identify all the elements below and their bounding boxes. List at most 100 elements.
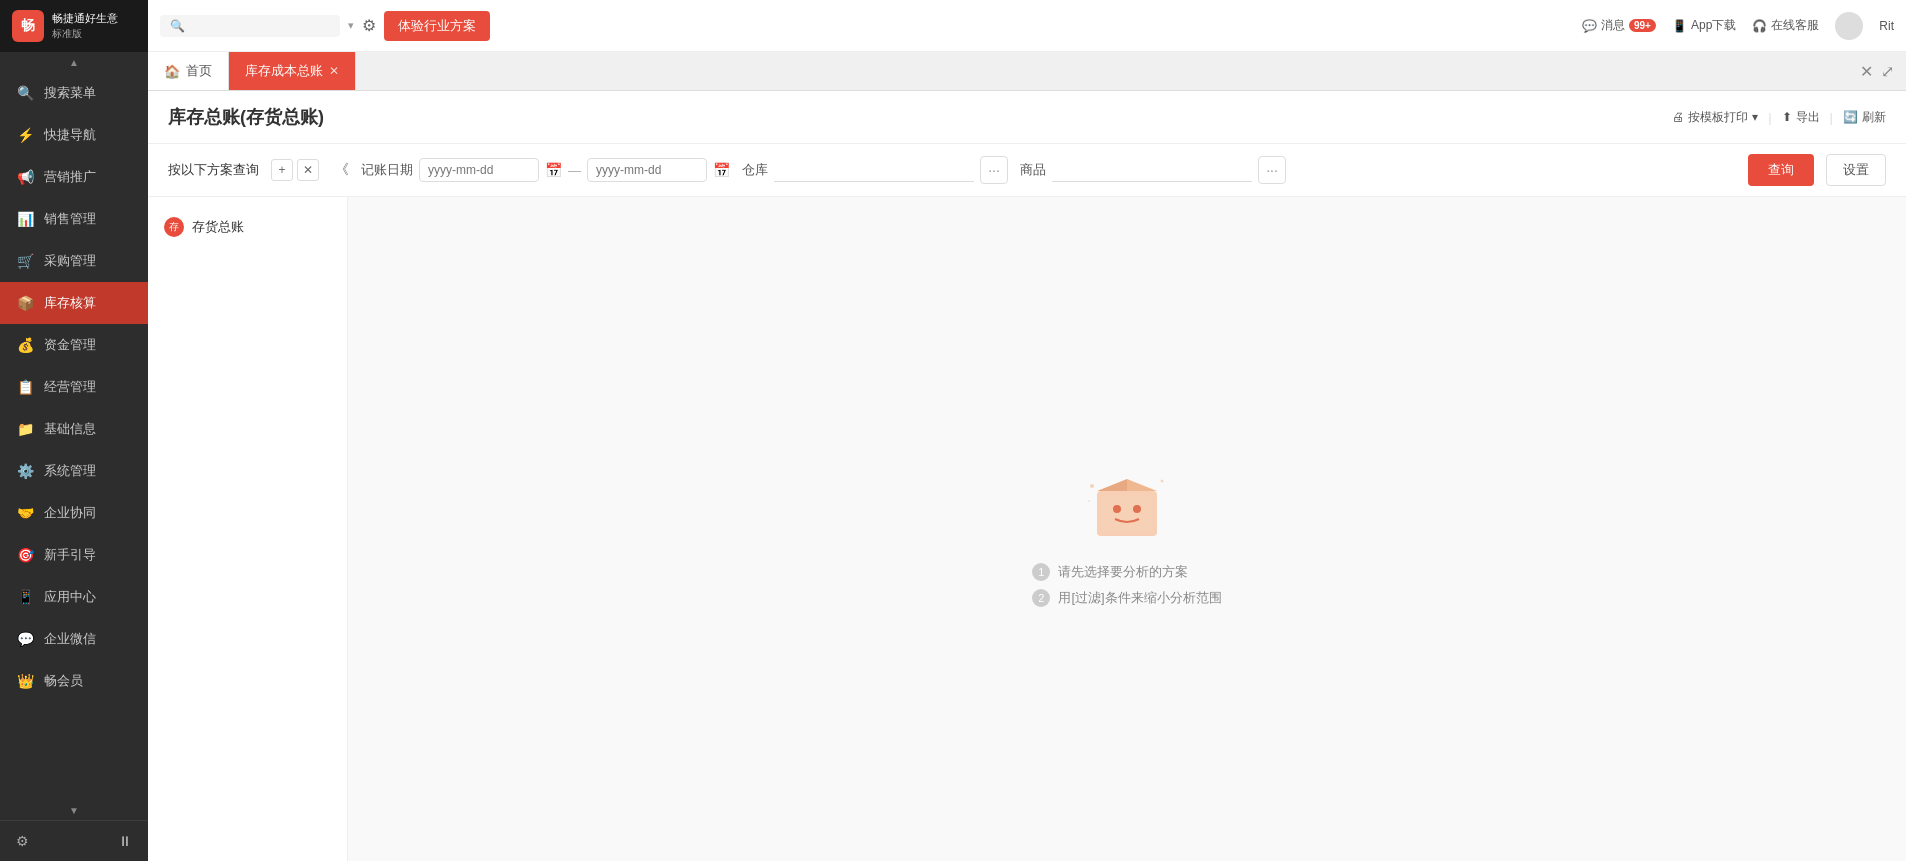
online-service-label: 在线客服 <box>1771 17 1819 34</box>
sidebar-search-label: 搜索菜单 <box>44 84 96 102</box>
svg-rect-1 <box>1102 496 1152 531</box>
date-end-input[interactable] <box>587 158 707 182</box>
date-start-input[interactable] <box>419 158 539 182</box>
industry-btn[interactable]: 体验行业方案 <box>384 11 490 41</box>
enterprise-wechat-icon: 💬 <box>16 630 34 648</box>
page-header: 库存总账(存货总账) 🖨 按模板打印 ▾ | ⬆ 导出 | 🔄 刷新 <box>148 91 1906 144</box>
topbar-right: 💬 消息 99+ 📱 App下载 🎧 在线客服 Rit <box>1582 12 1894 40</box>
topbar-search[interactable]: 🔍 <box>160 15 340 37</box>
sidebar-item-finance[interactable]: 💰 资金管理 <box>0 324 148 366</box>
left-panel-item-inventory[interactable]: 存 存货总账 <box>148 207 347 247</box>
sidebar-item-label: 应用中心 <box>44 588 96 606</box>
sidebar-item-purchase[interactable]: 🛒 采购管理 <box>0 240 148 282</box>
main-content: 🔍 ▾ ⚙ 体验行业方案 💬 消息 99+ 📱 App下载 🎧 在线客服 Rit <box>148 0 1906 861</box>
dropdown-chevron-icon[interactable]: ▾ <box>348 19 354 32</box>
close-panel-icon[interactable]: ✕ <box>1860 62 1873 81</box>
date-label: 记账日期 <box>361 161 413 179</box>
tab-area-actions: ✕ ⤢ <box>1848 62 1906 81</box>
app-name: 畅捷通好生意 <box>52 11 118 26</box>
delete-filter-btn[interactable]: ✕ <box>297 159 319 181</box>
mobile-icon: 📱 <box>1672 19 1687 33</box>
add-filter-btn[interactable]: + <box>271 159 293 181</box>
svg-point-4 <box>1090 484 1094 488</box>
empty-state: 1 请先选择要分析的方案 2 用[过滤]条件来缩小分析范围 <box>1032 451 1221 607</box>
sidebar-scroll-down[interactable]: ▼ <box>0 800 148 820</box>
empty-hints: 1 请先选择要分析的方案 2 用[过滤]条件来缩小分析范围 <box>1032 563 1221 607</box>
export-icon: ⬆ <box>1782 110 1792 124</box>
tab-bar: 🏠 首页 库存成本总账 ✕ ✕ ⤢ <box>148 52 1906 91</box>
warehouse-more-btn[interactable]: ··· <box>980 156 1008 184</box>
tab-close-icon[interactable]: ✕ <box>329 64 339 78</box>
app-download-item[interactable]: 📱 App下载 <box>1672 17 1736 34</box>
svg-point-5 <box>1160 480 1163 483</box>
app-center-icon: 📱 <box>16 588 34 606</box>
user-avatar[interactable] <box>1835 12 1863 40</box>
printer-icon: 🖨 <box>1672 110 1684 124</box>
sidebar-item-search[interactable]: 🔍 搜索菜单 <box>0 72 148 114</box>
sidebar-item-label: 营销推广 <box>44 168 96 186</box>
product-more-btn[interactable]: ··· <box>1258 156 1286 184</box>
product-label: 商品 <box>1020 161 1046 179</box>
calendar-icon[interactable]: 📅 <box>545 162 562 178</box>
sidebar-item-inventory[interactable]: 📦 库存核算 <box>0 282 148 324</box>
calendar-icon-2[interactable]: 📅 <box>713 162 730 178</box>
sidebar-scroll-up[interactable]: ▲ <box>0 52 148 72</box>
sidebar-item-operations[interactable]: 📋 经营管理 <box>0 366 148 408</box>
refresh-icon: 🔄 <box>1843 110 1858 124</box>
collapse-icon[interactable]: 《 <box>335 161 349 179</box>
sidebar-item-label: 系统管理 <box>44 462 96 480</box>
sidebar-item-sales[interactable]: 📊 销售管理 <box>0 198 148 240</box>
sidebar-nav: 🔍 搜索菜单 ⚡ 快捷导航 📢 营销推广 📊 销售管理 🛒 采购管理 📦 库存核… <box>0 72 148 800</box>
sidebar-item-system[interactable]: ⚙️ 系统管理 <box>0 450 148 492</box>
page-title: 库存总账(存货总账) <box>168 105 324 129</box>
query-btn[interactable]: 查询 <box>1748 154 1814 186</box>
sidebar-item-label: 采购管理 <box>44 252 96 270</box>
message-icon: 💬 <box>1582 19 1597 33</box>
sidebar-item-label: 企业微信 <box>44 630 96 648</box>
sales-icon: 📊 <box>16 210 34 228</box>
online-service-item[interactable]: 🎧 在线客服 <box>1752 17 1819 34</box>
toggle-icon[interactable]: ⏸ <box>118 833 132 849</box>
message-item[interactable]: 💬 消息 99+ <box>1582 17 1656 34</box>
content-area: 存 存货总账 <box>148 197 1906 861</box>
export-btn[interactable]: ⬆ 导出 <box>1782 109 1820 126</box>
app-download-label: App下载 <box>1691 17 1736 34</box>
warehouse-input[interactable] <box>774 159 974 182</box>
warehouse-label: 仓库 <box>742 161 768 179</box>
app-logo: 畅 畅捷通好生意 标准版 <box>0 0 148 52</box>
hint-text-1: 请先选择要分析的方案 <box>1058 563 1188 581</box>
sidebar-item-enterprise-wechat[interactable]: 💬 企业微信 <box>0 618 148 660</box>
sidebar-item-app-center[interactable]: 📱 应用中心 <box>0 576 148 618</box>
product-field: 商品 ··· <box>1020 156 1286 184</box>
tab-inventory-cost[interactable]: 库存成本总账 ✕ <box>229 52 356 90</box>
expand-panel-icon[interactable]: ⤢ <box>1881 62 1894 81</box>
search-icon: 🔍 <box>170 19 185 33</box>
message-badge: 99+ <box>1629 19 1656 32</box>
svg-point-3 <box>1133 505 1141 513</box>
sidebar-item-label: 快捷导航 <box>44 126 96 144</box>
refresh-btn[interactable]: 🔄 刷新 <box>1843 109 1886 126</box>
inventory-icon: 📦 <box>16 294 34 312</box>
sidebar-item-quick-nav[interactable]: ⚡ 快捷导航 <box>0 114 148 156</box>
product-input[interactable] <box>1052 159 1252 182</box>
warehouse-field: 仓库 ··· <box>742 156 1008 184</box>
settings-btn[interactable]: 设置 <box>1826 154 1886 186</box>
topbar: 🔍 ▾ ⚙ 体验行业方案 💬 消息 99+ 📱 App下载 🎧 在线客服 Rit <box>148 0 1906 52</box>
left-panel-item-label: 存货总账 <box>192 218 244 236</box>
sidebar-item-beginner[interactable]: 🎯 新手引导 <box>0 534 148 576</box>
tab-home[interactable]: 🏠 首页 <box>148 52 229 90</box>
settings-icon[interactable]: ⚙ <box>16 833 29 849</box>
sidebar-item-enterprise[interactable]: 🤝 企业协同 <box>0 492 148 534</box>
print-btn[interactable]: 🖨 按模板打印 ▾ <box>1672 109 1758 126</box>
page-actions: 🖨 按模板打印 ▾ | ⬆ 导出 | 🔄 刷新 <box>1672 109 1886 126</box>
sidebar-item-member[interactable]: 👑 畅会员 <box>0 660 148 702</box>
sidebar-item-marketing[interactable]: 📢 营销推广 <box>0 156 148 198</box>
quick-nav-icon: ⚡ <box>16 126 34 144</box>
gear-icon[interactable]: ⚙ <box>362 16 376 35</box>
sidebar-item-basic-info[interactable]: 📁 基础信息 <box>0 408 148 450</box>
system-icon: ⚙️ <box>16 462 34 480</box>
hint-num-1: 1 <box>1032 563 1050 581</box>
left-panel: 存 存货总账 <box>148 197 348 861</box>
date-dash: — <box>568 163 581 178</box>
tab-home-label: 首页 <box>186 62 212 80</box>
